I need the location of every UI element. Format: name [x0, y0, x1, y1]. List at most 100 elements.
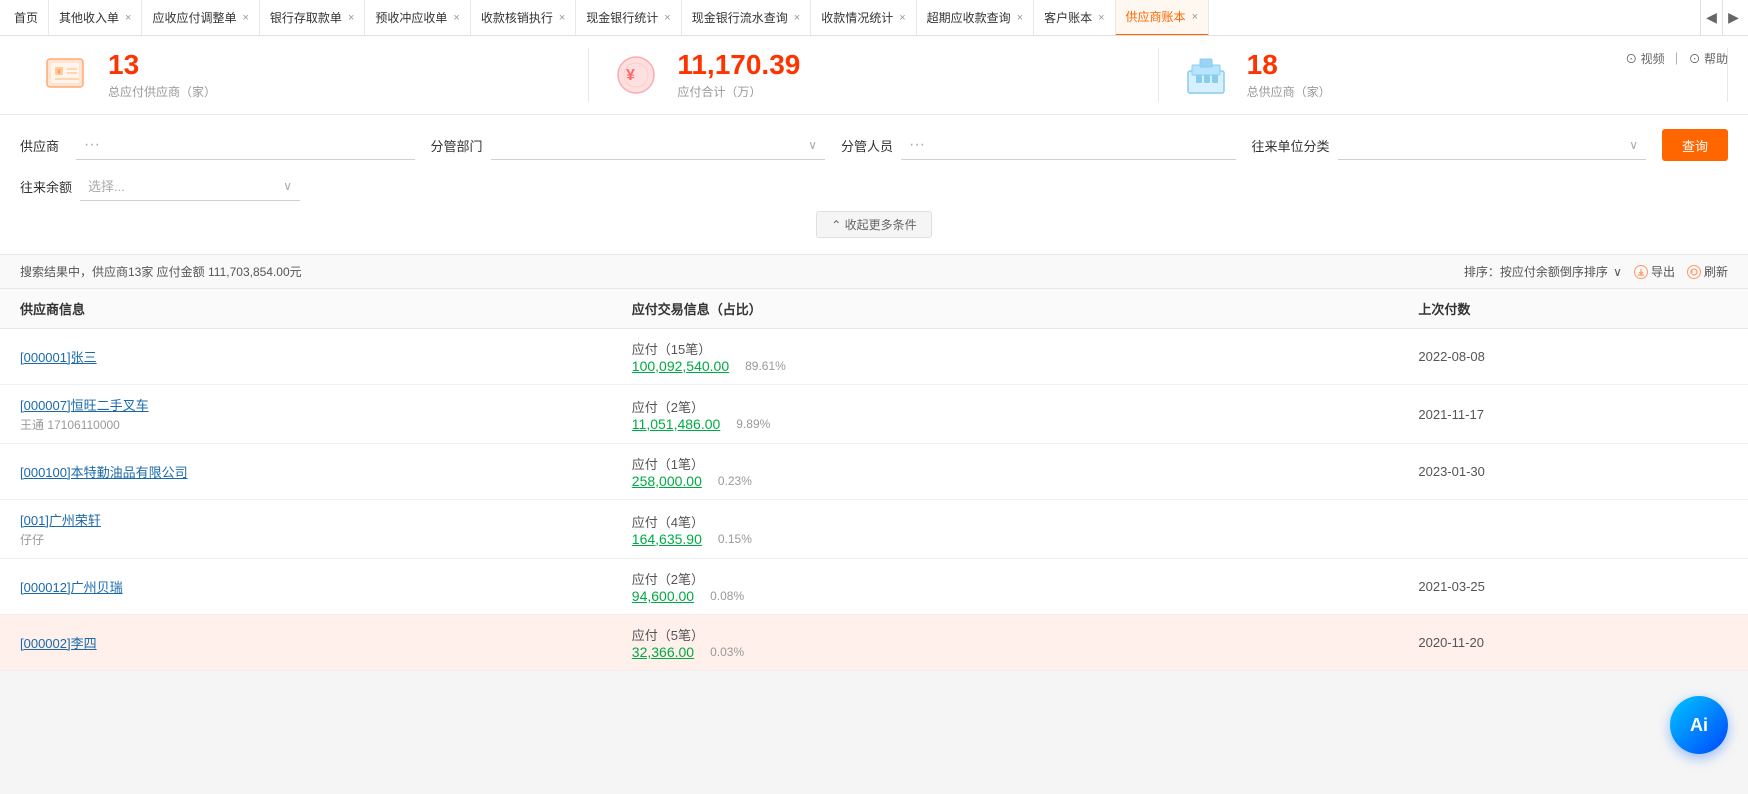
person-label: 分管人员: [841, 136, 893, 155]
amount-value[interactable]: 258,000.00: [632, 473, 702, 489]
supplier-link[interactable]: [000001]张三: [20, 350, 97, 365]
query-button[interactable]: 查询: [1662, 129, 1728, 161]
nav-right-arrow[interactable]: ▶: [1722, 0, 1744, 36]
supplier-table: 供应商信息 应付交易信息（占比） 上次付数 [000001]张三应付（15笔）1…: [0, 289, 1748, 671]
video-link[interactable]: ⊙ 视频: [1625, 50, 1664, 67]
stat-text-payable-total: 11,170.39 应付合计（万）: [677, 50, 800, 100]
supplier-info-cell: [000100]本特勤油品有限公司: [0, 444, 612, 500]
refresh-icon: [1687, 265, 1701, 279]
nav-tab-presell[interactable]: 预收冲应收单 ×: [365, 0, 470, 36]
filter-area: 供应商 ··· 分管部门 ∨ 分管人员 ··· 往来单位分类 ∨ 查询: [0, 115, 1748, 255]
table-row: [000001]张三应付（15笔）100,092,540.0089.61%202…: [0, 329, 1748, 385]
col-header-transaction: 应付交易信息（占比）: [612, 289, 1399, 329]
total-suppliers-number: 18: [1247, 50, 1331, 81]
collapse-button[interactable]: ⌃ 收起更多条件: [816, 211, 931, 238]
dept-filter: 分管部门 ∨: [431, 130, 826, 160]
notes-count-text: 应付（2笔）: [632, 569, 1379, 588]
nav-tab-income-label: 其他收入单: [59, 9, 119, 26]
transaction-info-cell: 应付（4笔）164,635.900.15%: [612, 500, 1399, 559]
result-bar: 搜索结果中，供应商13家 应付金额 111,703,854.00元 排序：按应付…: [0, 255, 1748, 289]
nav-tab-income[interactable]: 其他收入单 ×: [49, 0, 142, 36]
nav-left-arrow[interactable]: ◀: [1700, 0, 1722, 36]
total-suppliers-label: 总供应商（家）: [1247, 83, 1331, 100]
pct-text: 9.89%: [736, 417, 770, 431]
last-pay-date: 2021-11-17: [1418, 407, 1484, 422]
export-icon: [1634, 265, 1648, 279]
close-bank-icon[interactable]: ×: [348, 12, 354, 24]
svg-text:¥: ¥: [626, 67, 635, 84]
ai-label: Ai: [1690, 715, 1708, 736]
close-custbook-icon[interactable]: ×: [1098, 12, 1104, 24]
balance-input[interactable]: 选择... ∨: [80, 171, 300, 201]
table-row: [001]广州荣轩仔仔应付（4笔）164,635.900.15%: [0, 500, 1748, 559]
nav-tab-verify[interactable]: 收款核销执行 ×: [471, 0, 576, 36]
transaction-info-cell: 应付（2笔）11,051,486.009.89%: [612, 385, 1399, 444]
nav-tab-cashstat[interactable]: 现金银行统计 ×: [576, 0, 681, 36]
close-income-icon[interactable]: ×: [125, 12, 131, 24]
nav-tab-adjust[interactable]: 应收应付调整单 ×: [142, 0, 259, 36]
filter-row-1: 供应商 ··· 分管部门 ∨ 分管人员 ··· 往来单位分类 ∨ 查询: [20, 129, 1728, 161]
last-pay-date: 2020-11-20: [1418, 635, 1484, 650]
nav-tab-recstat[interactable]: 收款情况统计 ×: [811, 0, 916, 36]
supplier-info-cell: [000001]张三: [0, 329, 612, 385]
close-cashflow-icon[interactable]: ×: [794, 12, 800, 24]
nav-tab-cashflow[interactable]: 现金银行流水查询 ×: [682, 0, 811, 36]
col-header-lastpay: 上次付数: [1398, 289, 1748, 329]
supplier-link[interactable]: [000100]本特勤油品有限公司: [20, 465, 188, 480]
notes-count-text: 应付（4笔）: [632, 512, 1379, 531]
amount-value[interactable]: 94,600.00: [632, 588, 694, 604]
person-input[interactable]: ···: [901, 130, 1235, 160]
close-presell-icon[interactable]: ×: [453, 12, 459, 24]
category-input[interactable]: ∨: [1338, 130, 1646, 160]
sort-arrow-icon[interactable]: ∨: [1613, 265, 1622, 279]
close-recstat-icon[interactable]: ×: [899, 12, 905, 24]
nav-tab-supplierbook[interactable]: 供应商账本 ×: [1116, 0, 1209, 36]
supplier-info-cell: [001]广州荣轩仔仔: [0, 500, 612, 559]
supplier-link[interactable]: [001]广州荣轩: [20, 513, 101, 528]
close-verify-icon[interactable]: ×: [559, 12, 565, 24]
amount-value[interactable]: 164,635.90: [632, 531, 702, 547]
close-overdue-icon[interactable]: ×: [1017, 12, 1023, 24]
nav-tab-bank[interactable]: 银行存取款单 ×: [260, 0, 365, 36]
ai-assistant-button[interactable]: Ai: [1670, 696, 1728, 754]
close-supplierbook-icon[interactable]: ×: [1192, 11, 1198, 23]
supplier-label: 供应商: [20, 136, 68, 155]
export-button[interactable]: 导出: [1634, 263, 1675, 280]
nav-tab-custbook[interactable]: 客户账本 ×: [1034, 0, 1115, 36]
col-header-supplier: 供应商信息: [0, 289, 612, 329]
sort-label-text: 排序：按应付余额倒序排序: [1464, 265, 1608, 279]
amount-value[interactable]: 100,092,540.00: [632, 358, 729, 374]
svg-text:¥: ¥: [57, 69, 61, 76]
payable-total-number: 11,170.39: [677, 50, 800, 81]
nav-tab-presell-label: 预收冲应收单: [375, 9, 447, 26]
nav-tab-recstat-label: 收款情况统计: [821, 9, 893, 26]
table-row: [000100]本特勤油品有限公司应付（1笔）258,000.000.23%20…: [0, 444, 1748, 500]
supplier-link[interactable]: [000007]恒旺二手叉车: [20, 398, 149, 413]
pct-text: 0.08%: [710, 589, 744, 603]
refresh-button[interactable]: 刷新: [1687, 263, 1728, 280]
nav-tab-overdue[interactable]: 超期应收款查询 ×: [917, 0, 1034, 36]
payable-suppliers-icon: ¥: [40, 48, 94, 102]
help-link[interactable]: ⊙ 帮助: [1689, 50, 1728, 67]
amount-value[interactable]: 11,051,486.00: [632, 416, 721, 432]
close-cashstat-icon[interactable]: ×: [664, 12, 670, 24]
nav-tab-adjust-label: 应收应付调整单: [152, 9, 236, 26]
nav-tab-supplierbook-label: 供应商账本: [1126, 8, 1186, 25]
payable-suppliers-label: 总应付供应商（家）: [108, 83, 216, 100]
transaction-info-cell: 应付（2笔）94,600.00 0.08%: [612, 559, 1399, 615]
balance-filter: 往来余额 选择... ∨: [20, 171, 300, 201]
dept-input[interactable]: ∨: [491, 130, 825, 160]
balance-default-text: 选择...: [88, 176, 125, 195]
amount-value[interactable]: 32,366.00: [632, 644, 694, 660]
supplier-link[interactable]: [000002]李四: [20, 636, 97, 651]
notes-count-text: 应付（1笔）: [632, 454, 1379, 473]
close-adjust-icon[interactable]: ×: [242, 12, 248, 24]
refresh-label: 刷新: [1704, 263, 1728, 280]
stats-bar: ¥ 13 总应付供应商（家） ¥ 11,170.39 应付合计（万）: [0, 36, 1748, 115]
supplier-input[interactable]: ···: [76, 130, 415, 160]
supplier-link[interactable]: [000012]广州贝瑞: [20, 580, 123, 595]
transaction-info-cell: 应付（5笔）32,366.000.03%: [612, 615, 1399, 671]
last-pay-cell: 2023-01-30: [1398, 444, 1748, 500]
nav-tab-home-label: 首页: [14, 9, 38, 26]
nav-tab-home[interactable]: 首页: [4, 0, 49, 36]
